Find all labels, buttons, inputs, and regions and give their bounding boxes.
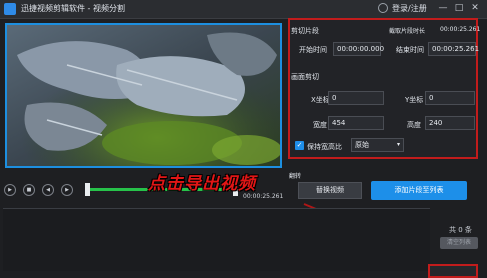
clear-list-button[interactable]: 清空列表 [440, 237, 478, 249]
clip-count: 共 0 条 [449, 226, 472, 234]
clip-list [3, 208, 430, 271]
